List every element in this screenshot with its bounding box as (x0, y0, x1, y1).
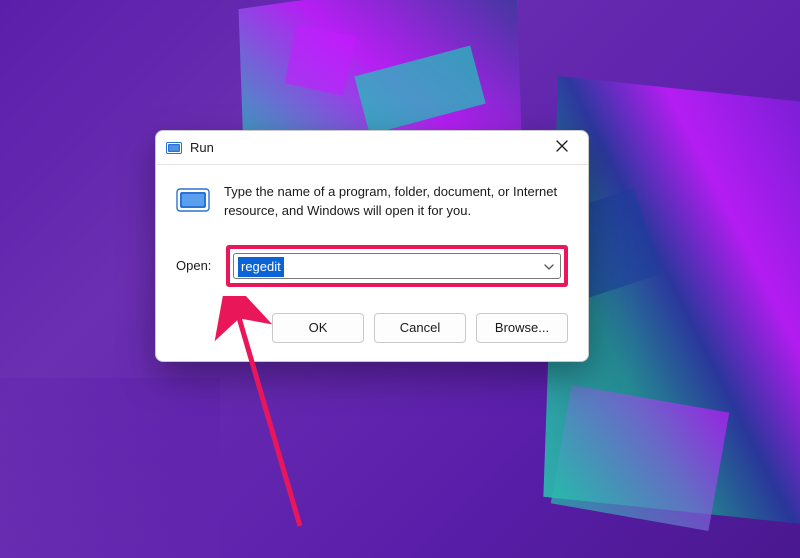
dropdown-button[interactable] (538, 254, 560, 278)
highlight-annotation: regedit (226, 245, 568, 287)
cancel-button[interactable]: Cancel (374, 313, 466, 343)
open-label: Open: (176, 258, 216, 273)
run-icon (176, 183, 210, 217)
close-icon (556, 139, 568, 157)
button-row: OK Cancel Browse... (156, 293, 588, 361)
wallpaper-shape (284, 24, 355, 95)
browse-button[interactable]: Browse... (476, 313, 568, 343)
wallpaper-shape (0, 378, 220, 558)
chevron-down-icon (544, 257, 554, 275)
dialog-title: Run (190, 140, 542, 155)
open-combobox[interactable]: regedit (233, 253, 561, 279)
run-dialog: Run Type the name of a progr (155, 130, 589, 362)
dialog-description: Type the name of a program, folder, docu… (224, 183, 568, 221)
close-button[interactable] (542, 134, 582, 162)
open-input[interactable] (234, 254, 538, 278)
run-icon (166, 140, 182, 156)
titlebar[interactable]: Run (156, 131, 588, 165)
ok-button[interactable]: OK (272, 313, 364, 343)
desktop-wallpaper: Run Type the name of a progr (0, 0, 800, 558)
dialog-body: Type the name of a program, folder, docu… (156, 165, 588, 293)
